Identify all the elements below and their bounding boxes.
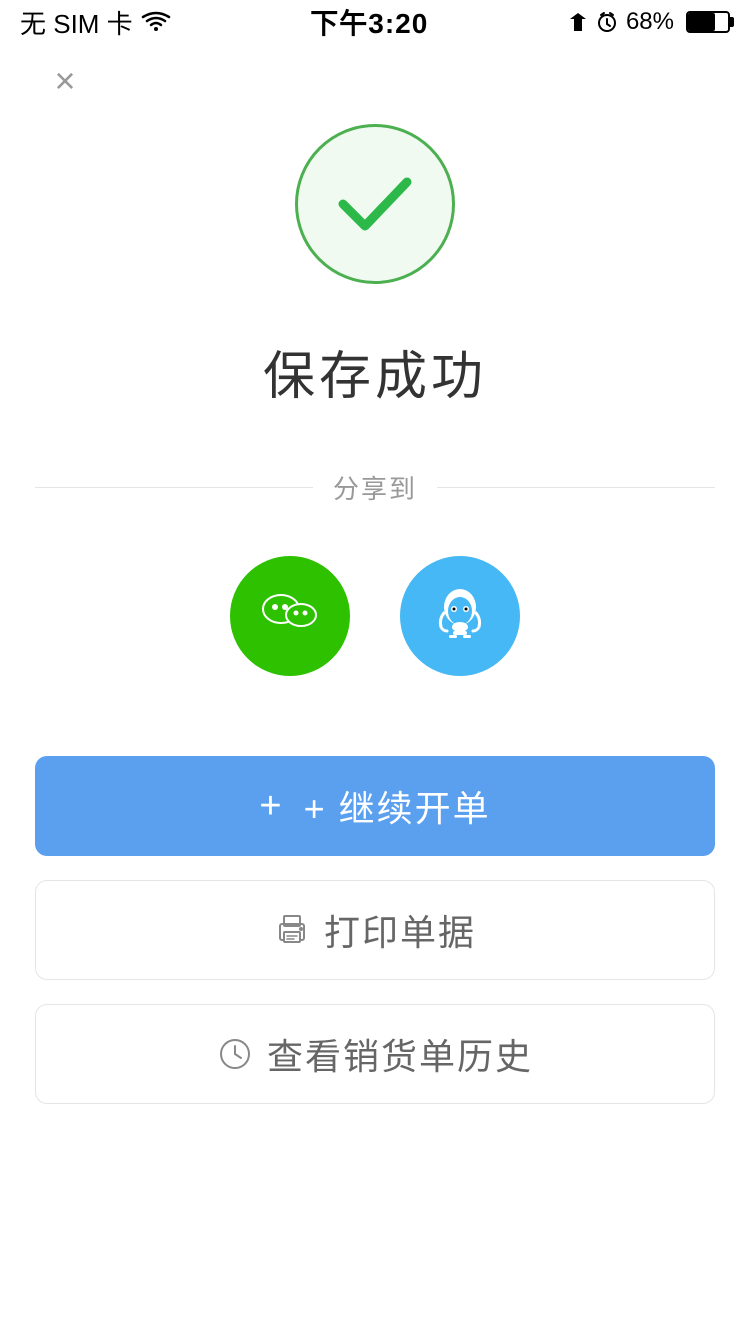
wifi-icon: [141, 11, 171, 33]
continue-button[interactable]: + + 继续开单: [35, 756, 715, 856]
continue-label: + 继续开单: [304, 780, 491, 832]
sim-status: 无 SIM 卡: [20, 4, 133, 41]
print-icon: [274, 912, 310, 948]
success-icon-circle: [295, 124, 455, 284]
qq-share-button[interactable]: [400, 556, 520, 676]
continue-icon: +: [259, 785, 283, 828]
wechat-share-button[interactable]: [230, 556, 350, 676]
divider-text: 分享到: [313, 469, 437, 506]
success-title: 保存成功: [263, 334, 487, 409]
checkmark-icon: [335, 174, 415, 234]
alarm-icon: [596, 11, 618, 33]
history-button[interactable]: 查看销货单历史: [35, 1004, 715, 1104]
print-label: 打印单据: [324, 904, 476, 956]
history-label: 查看销货单历史: [267, 1028, 533, 1080]
status-left: 无 SIM 卡: [20, 4, 171, 41]
qq-logo-icon: [425, 581, 495, 651]
divider-line-right: [437, 487, 715, 488]
location-icon: [568, 11, 588, 33]
action-buttons: + + 继续开单 打印单据 查看销货单历史: [35, 756, 715, 1104]
history-icon: [217, 1036, 253, 1072]
share-icons: [230, 556, 520, 676]
status-right: 68%: [568, 8, 730, 36]
wechat-logo-icon: [255, 581, 325, 651]
status-bar: 无 SIM 卡 下午3:20 68%: [0, 0, 750, 44]
main-content: 保存成功 分享到: [0, 44, 750, 1104]
battery-icon: [686, 11, 730, 33]
print-button[interactable]: 打印单据: [35, 880, 715, 980]
share-divider: 分享到: [35, 469, 715, 506]
status-time: 下午3:20: [310, 2, 428, 42]
battery-percentage: 68%: [626, 8, 674, 36]
close-button[interactable]: ×: [40, 56, 90, 106]
divider-line-left: [35, 487, 313, 488]
